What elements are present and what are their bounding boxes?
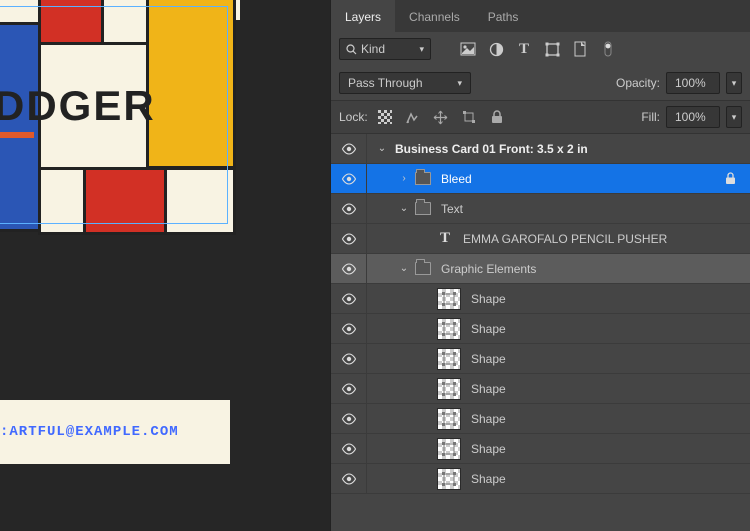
layers-panel: Layers Channels Paths Kind ▾ T Pass Thro… [330, 0, 750, 531]
visibility-eye-icon[interactable] [341, 143, 357, 155]
visibility-eye-icon[interactable] [341, 293, 357, 305]
layer-row[interactable]: Shape [331, 434, 750, 464]
layer-thumbnail[interactable] [437, 438, 461, 460]
layer-thumbnail[interactable] [437, 468, 461, 490]
layer-name[interactable]: Bleed [441, 172, 472, 186]
chevron-right-icon[interactable]: › [397, 173, 411, 184]
chevron-down-icon[interactable]: ⌄ [397, 263, 411, 274]
folder-icon [415, 262, 431, 275]
filter-adjust-icon[interactable] [485, 38, 507, 60]
tab-channels[interactable]: Channels [395, 0, 474, 32]
chevron-down-icon: ▾ [419, 44, 424, 55]
visibility-eye-icon[interactable] [341, 353, 357, 365]
visibility-eye-icon[interactable] [341, 383, 357, 395]
visibility-eye-icon[interactable] [341, 323, 357, 335]
opacity-value: 100% [675, 76, 706, 90]
lock-position-icon[interactable] [430, 106, 452, 128]
opacity-stepper[interactable]: ▾ [726, 72, 742, 94]
filter-kind-select[interactable]: Kind ▾ [339, 38, 431, 60]
visibility-eye-icon[interactable] [341, 203, 357, 215]
lock-fill-row: Lock: Fill: 100% ▾ [331, 100, 750, 134]
filter-toggle-icon[interactable] [597, 38, 619, 60]
document-canvas[interactable]: DDGER :ARTFUL@EXAMPLE.COM [0, 0, 330, 531]
filter-type-icon[interactable]: T [513, 38, 535, 60]
layer-name[interactable]: Business Card 01 Front: 3.5 x 2 in [395, 142, 588, 156]
layer-row[interactable]: Shape [331, 404, 750, 434]
filter-pixel-icon[interactable] [457, 38, 479, 60]
layer-name[interactable]: Shape [471, 412, 506, 426]
layer-row[interactable]: T EMMA GAROFALO PENCIL PUSHER [331, 224, 750, 254]
layer-row[interactable]: Shape [331, 344, 750, 374]
layer-name[interactable]: Shape [471, 472, 506, 486]
filter-smart-icon[interactable] [569, 38, 591, 60]
layer-thumbnail[interactable] [437, 408, 461, 430]
layer-name[interactable]: Text [441, 202, 463, 216]
layer-row[interactable]: ⌄ Business Card 01 Front: 3.5 x 2 in [331, 134, 750, 164]
lock-artboard-icon[interactable] [458, 106, 480, 128]
blend-mode-select[interactable]: Pass Through ▾ [339, 72, 471, 94]
layer-filter-row: Kind ▾ T [331, 32, 750, 66]
visibility-eye-icon[interactable] [341, 473, 357, 485]
lock-image-icon[interactable] [402, 106, 424, 128]
artboard-card-front: DDGER [0, 0, 234, 232]
layer-name[interactable]: Shape [471, 382, 506, 396]
lock-icon[interactable] [725, 172, 736, 185]
visibility-eye-icon[interactable] [341, 443, 357, 455]
lock-label: Lock: [339, 110, 368, 124]
fill-stepper[interactable]: ▾ [726, 106, 742, 128]
visibility-eye-icon[interactable] [341, 233, 357, 245]
chevron-down-icon: ▾ [732, 112, 737, 123]
layer-thumbnail[interactable] [437, 348, 461, 370]
fill-value: 100% [675, 110, 706, 124]
layer-thumbnail[interactable] [437, 318, 461, 340]
card-email-text: :ARTFUL@EXAMPLE.COM [0, 400, 230, 464]
layer-row[interactable]: Shape [331, 374, 750, 404]
layer-row[interactable]: Shape [331, 284, 750, 314]
filter-kind-label: Kind [361, 42, 385, 56]
fill-input[interactable]: 100% [666, 106, 720, 128]
filter-shape-icon[interactable] [541, 38, 563, 60]
layer-row[interactable]: ⌄ Graphic Elements [331, 254, 750, 284]
visibility-eye-icon[interactable] [341, 413, 357, 425]
type-layer-icon: T [433, 230, 457, 247]
layer-row[interactable]: ⌄ Text [331, 194, 750, 224]
lock-all-icon[interactable] [486, 106, 508, 128]
layer-row[interactable]: Shape [331, 464, 750, 494]
visibility-eye-icon[interactable] [341, 263, 357, 275]
layer-row[interactable]: Shape [331, 314, 750, 344]
layer-name[interactable]: Graphic Elements [441, 262, 536, 276]
chevron-down-icon: ▾ [732, 78, 737, 89]
folder-icon [415, 172, 431, 185]
opacity-input[interactable]: 100% [666, 72, 720, 94]
lock-transparency-icon[interactable] [374, 106, 396, 128]
layer-name[interactable]: Shape [471, 442, 506, 456]
search-icon [346, 44, 357, 55]
chevron-down-icon: ▾ [457, 78, 462, 89]
chevron-down-icon[interactable]: ⌄ [397, 203, 411, 214]
folder-icon [415, 202, 431, 215]
blend-opacity-row: Pass Through ▾ Opacity: 100% ▾ [331, 66, 750, 100]
layer-name[interactable]: EMMA GAROFALO PENCIL PUSHER [463, 232, 667, 246]
tab-layers[interactable]: Layers [331, 0, 395, 32]
panel-tabs: Layers Channels Paths [331, 0, 750, 32]
layer-name[interactable]: Shape [471, 292, 506, 306]
card-title-text: DDGER [0, 82, 156, 130]
layer-row[interactable]: › Bleed [331, 164, 750, 194]
fill-label: Fill: [641, 110, 660, 124]
blend-mode-value: Pass Through [348, 76, 423, 90]
tab-paths[interactable]: Paths [474, 0, 533, 32]
layer-name[interactable]: Shape [471, 352, 506, 366]
visibility-eye-icon[interactable] [341, 173, 357, 185]
layer-thumbnail[interactable] [437, 288, 461, 310]
layer-list[interactable]: ⌄ Business Card 01 Front: 3.5 x 2 in › Blee… [331, 134, 750, 531]
chevron-down-icon[interactable]: ⌄ [375, 143, 389, 154]
opacity-label: Opacity: [616, 76, 660, 90]
layer-thumbnail[interactable] [437, 378, 461, 400]
layer-name[interactable]: Shape [471, 322, 506, 336]
